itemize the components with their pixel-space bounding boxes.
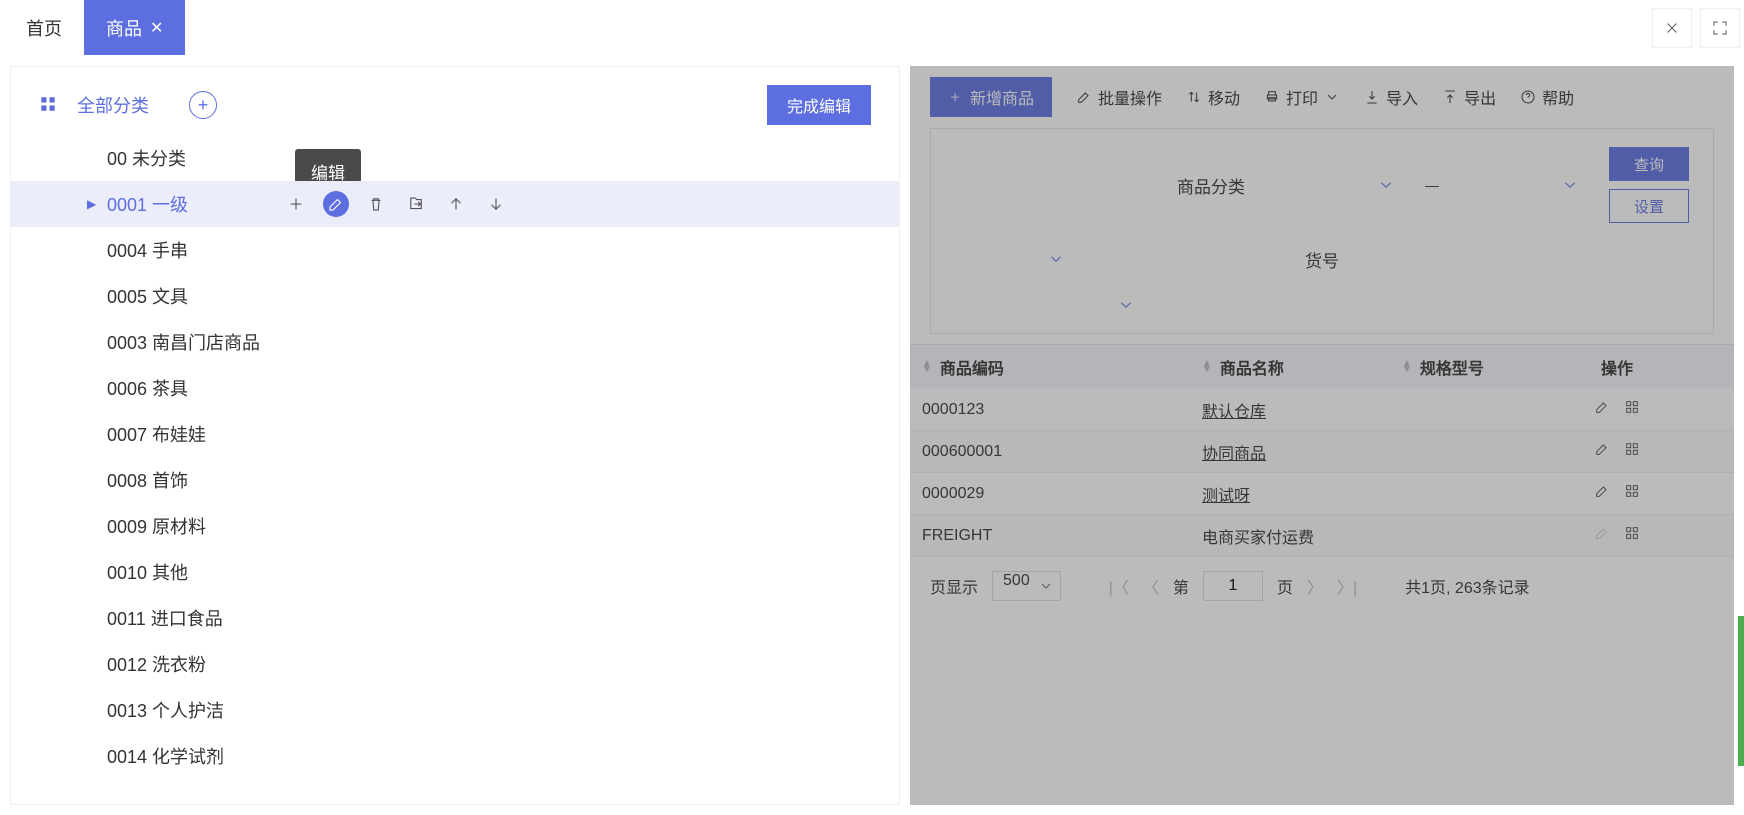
filter-label-category: 商品分类	[1165, 173, 1245, 198]
range-separator: —	[1425, 177, 1439, 193]
list-item[interactable]: 0012 洗衣粉	[11, 641, 899, 687]
list-item[interactable]: 0007 布娃娃	[11, 411, 899, 457]
caret-right-icon: ▶	[87, 197, 96, 211]
tab-bar: 首页 商品 ✕	[0, 0, 1744, 56]
print-button[interactable]: 打印	[1264, 85, 1340, 109]
last-page-button[interactable]: 〉|	[1337, 574, 1357, 598]
sort-icon[interactable]: ▲▼	[1402, 361, 1412, 373]
chevron-down-icon	[1038, 578, 1054, 594]
per-page-label: 页显示	[930, 574, 978, 598]
table-header: ▲▼商品编码 ▲▼商品名称 ▲▼规格型号 操作	[910, 345, 1734, 389]
category-title: 全部分类	[77, 92, 149, 118]
table-row[interactable]: 0000123 默认仓库	[910, 389, 1734, 431]
row-more-icon[interactable]	[1624, 399, 1640, 420]
move-to-icon[interactable]	[403, 191, 429, 217]
filter-label-artno: 货号	[1259, 247, 1339, 272]
page-input[interactable]	[1203, 571, 1263, 601]
list-item[interactable]: 0011 进口食品	[11, 595, 899, 641]
add-category-button[interactable]: +	[189, 91, 217, 119]
table-row[interactable]: 0000029 测试呀	[910, 473, 1734, 515]
product-table: ▲▼商品编码 ▲▼商品名称 ▲▼规格型号 操作 0000123 默认仓库	[910, 344, 1734, 557]
help-button[interactable]: 帮助	[1520, 85, 1574, 109]
row-edit-icon	[1594, 525, 1610, 546]
product-panel: 新增商品 批量操作 移动 打印 导入	[910, 66, 1734, 805]
grid-icon	[39, 95, 57, 116]
move-down-icon[interactable]	[483, 191, 509, 217]
product-text: 电商买家付运费	[1202, 524, 1314, 548]
table-row[interactable]: 000600001 协同商品	[910, 431, 1734, 473]
close-icon[interactable]: ✕	[150, 18, 163, 38]
settings-button[interactable]: 设置	[1609, 189, 1689, 223]
row-more-icon[interactable]	[1624, 525, 1640, 546]
list-item[interactable]: 0005 文具	[11, 273, 899, 319]
first-page-button[interactable]: |〈	[1109, 574, 1129, 598]
row-edit-icon[interactable]	[1594, 441, 1610, 462]
list-item[interactable]: 0013 个人护洁	[11, 687, 899, 733]
finish-edit-button[interactable]: 完成编辑	[767, 85, 871, 125]
import-button[interactable]: 导入	[1364, 85, 1418, 109]
category-panel: 全部分类 + 完成编辑 编辑 00 未分类 ▶ 0001 一级	[10, 66, 900, 805]
add-child-icon[interactable]	[283, 191, 309, 217]
category-tree[interactable]: 编辑 00 未分类 ▶ 0001 一级 0004 手串 0005 文具 0003…	[11, 135, 899, 804]
filter-card: 商品分类 — 查询 设置 货号	[930, 128, 1714, 334]
tab-product[interactable]: 商品 ✕	[84, 0, 185, 55]
edit-icon[interactable]	[323, 191, 349, 217]
category-from-select[interactable]	[1285, 176, 1395, 195]
list-item[interactable]: 0004 手串	[11, 227, 899, 273]
list-item[interactable]: ▶ 0001 一级	[11, 181, 899, 227]
move-button[interactable]: 移动	[1186, 85, 1240, 109]
pager-summary: 共1页, 263条记录	[1405, 574, 1530, 598]
next-page-button[interactable]: 〉	[1307, 574, 1323, 598]
list-item[interactable]: 0003 南昌门店商品	[11, 319, 899, 365]
close-all-tabs-button[interactable]	[1652, 8, 1692, 48]
row-more-icon[interactable]	[1624, 441, 1640, 462]
list-item[interactable]: 0014 化学试剂	[11, 733, 899, 779]
add-product-button[interactable]: 新增商品	[930, 77, 1052, 117]
tab-home[interactable]: 首页	[4, 0, 84, 55]
list-item[interactable]: 0009 原材料	[11, 503, 899, 549]
product-link[interactable]: 协同商品	[1202, 440, 1266, 464]
list-item[interactable]: 0008 首饰	[11, 457, 899, 503]
sort-icon[interactable]: ▲▼	[1202, 361, 1212, 373]
scrollbar-indicator	[1738, 616, 1744, 766]
sort-icon[interactable]: ▲▼	[922, 361, 932, 373]
table-row[interactable]: FREIGHT 电商买家付运费	[910, 515, 1734, 557]
page-size-select[interactable]: 500	[992, 571, 1061, 601]
list-item[interactable]: 00 未分类	[11, 135, 899, 181]
export-button[interactable]: 导出	[1442, 85, 1496, 109]
delete-icon[interactable]	[363, 191, 389, 217]
batch-ops-button[interactable]: 批量操作	[1076, 85, 1162, 109]
category-to-select[interactable]	[1469, 176, 1579, 195]
pager: 页显示 500 |〈 〈 第 页 〉 〉| 共1页, 263条记录	[910, 557, 1734, 615]
chevron-down-icon	[1324, 89, 1340, 105]
product-link[interactable]: 测试呀	[1202, 482, 1250, 506]
prev-page-button[interactable]: 〈	[1143, 574, 1159, 598]
row-edit-icon[interactable]	[1594, 483, 1610, 504]
move-up-icon[interactable]	[443, 191, 469, 217]
query-button[interactable]: 查询	[1609, 147, 1689, 181]
product-link[interactable]: 默认仓库	[1202, 398, 1266, 422]
unknown-select-1[interactable]	[955, 250, 1065, 269]
list-item[interactable]: 0010 其他	[11, 549, 899, 595]
row-more-icon[interactable]	[1624, 483, 1640, 504]
list-item[interactable]: 0006 茶具	[11, 365, 899, 411]
fullscreen-button[interactable]	[1700, 8, 1740, 48]
product-toolbar: 新增商品 批量操作 移动 打印 导入	[910, 66, 1734, 128]
unknown-select-2[interactable]	[1025, 296, 1135, 315]
row-edit-icon[interactable]	[1594, 399, 1610, 420]
